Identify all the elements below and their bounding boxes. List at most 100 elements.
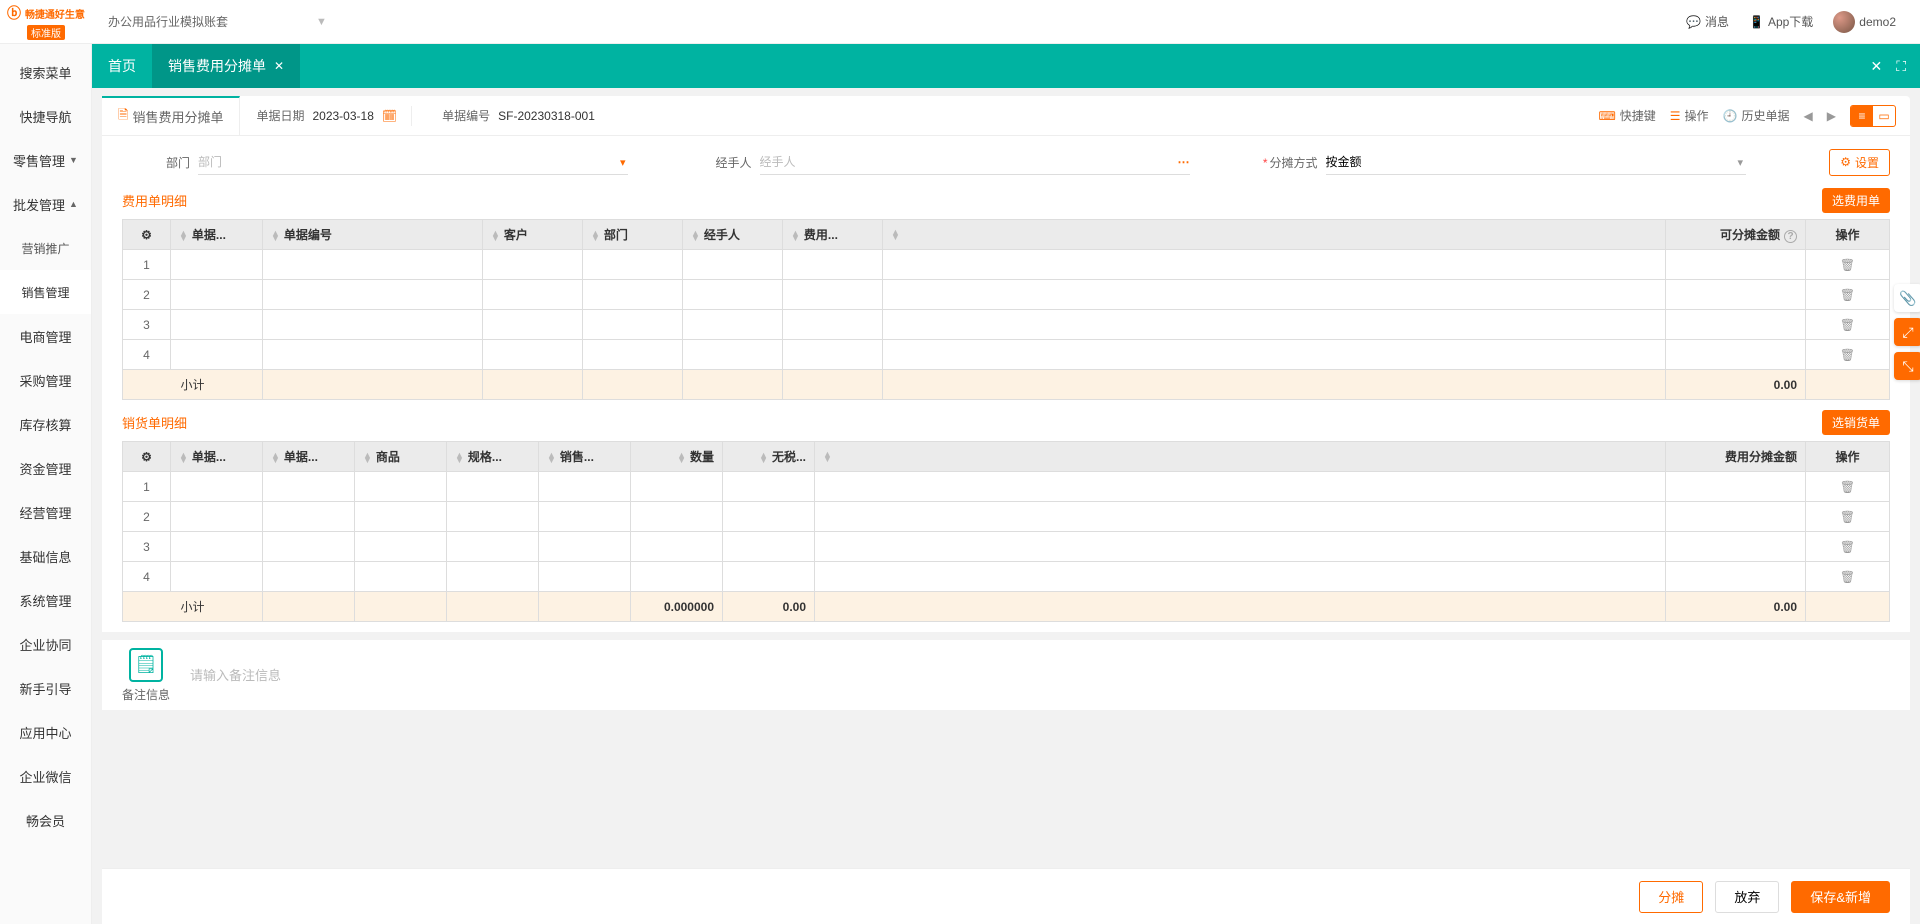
col-op: 操作 — [1806, 220, 1890, 250]
discard-button[interactable]: 放弃 — [1715, 881, 1779, 913]
sidebar-item-appcenter[interactable]: 应用中心 — [0, 710, 91, 754]
dept-input[interactable] — [198, 149, 628, 175]
settings-button[interactable]: ⚙设置 — [1829, 149, 1890, 176]
trash-icon[interactable]: 🗑 — [1840, 258, 1855, 272]
expand-out-icon[interactable]: ⤢ — [1894, 318, 1920, 346]
save-new-button[interactable]: 保存&新增 — [1791, 881, 1890, 913]
table-row[interactable]: 1🗑 — [123, 250, 1890, 280]
trash-icon[interactable]: 🗑 — [1840, 288, 1855, 302]
sidebar-item-basedata[interactable]: 基础信息 — [0, 534, 91, 578]
shortcut-button[interactable]: ⌨快捷键 — [1598, 107, 1655, 124]
sidebar-item-guide[interactable]: 新手引导 — [0, 666, 91, 710]
calendar-icon[interactable]: 🗓 — [382, 109, 397, 123]
close-icon[interactable]: ✕ — [274, 59, 284, 73]
method-input[interactable] — [1326, 149, 1746, 175]
sidebar-item-inventory[interactable]: 库存核算 — [0, 402, 91, 446]
sidebar-item-system[interactable]: 系统管理 — [0, 578, 91, 622]
form-row: 部门 ▾ 经手人 ⋯ *分摊方式 ▾ — [102, 136, 1910, 188]
nav-next-icon[interactable]: ▶ — [1827, 109, 1836, 123]
history-button[interactable]: 🕘历史单据 — [1723, 107, 1790, 124]
account-set-name: 办公用品行业模拟账套 — [108, 13, 228, 30]
row-number: 4 — [123, 562, 171, 592]
chevron-down-icon[interactable]: ▾ — [1738, 156, 1744, 169]
sidebar-item-operation[interactable]: 经营管理 — [0, 490, 91, 534]
chevron-down-icon[interactable]: ▾ — [620, 156, 626, 169]
trash-icon[interactable]: 🗑 — [1840, 570, 1855, 584]
gear-column[interactable]: ⚙ — [123, 220, 171, 250]
sidebar-sub-sales[interactable]: 销售管理 — [0, 270, 91, 314]
select-expense-button[interactable]: 选费用单 — [1822, 188, 1890, 213]
app-download-button[interactable]: 📱App下载 — [1749, 13, 1813, 30]
row-delete[interactable]: 🗑 — [1806, 562, 1890, 592]
document-title-tab: 🗎 销售费用分摊单 — [102, 96, 240, 135]
trash-icon[interactable]: 🗑 — [1840, 540, 1855, 554]
col-expense[interactable]: ▲▼费用... — [783, 220, 883, 250]
table-row[interactable]: 4🗑 — [123, 562, 1890, 592]
messages-button[interactable]: 💬消息 — [1686, 13, 1729, 30]
sidebar-item-purchase[interactable]: 采购管理 — [0, 358, 91, 402]
sidebar-item-search[interactable]: 搜索菜单 — [0, 50, 91, 94]
field-handler: 经手人 ⋯ — [684, 149, 1192, 175]
sidebar-item-wecom[interactable]: 企业微信 — [0, 754, 91, 798]
col-customer[interactable]: ▲▼客户 — [483, 220, 583, 250]
tab-active[interactable]: 销售费用分摊单 ✕ — [152, 44, 300, 88]
view-toggle: ≡ ▭ — [1850, 105, 1896, 127]
user-menu[interactable]: demo2 — [1833, 11, 1896, 33]
sidebar-item-retail[interactable]: 零售管理▼ — [0, 138, 91, 182]
row-delete[interactable]: 🗑 — [1806, 250, 1890, 280]
col-dept[interactable]: ▲▼部门 — [583, 220, 683, 250]
more-icon[interactable]: ⋯ — [1178, 155, 1192, 169]
sidebar-item-wholesale[interactable]: 批发管理▲ — [0, 182, 91, 226]
operate-button[interactable]: ☰操作 — [1670, 107, 1709, 124]
expand-in-icon[interactable]: ⤡ — [1894, 352, 1920, 380]
sidebar-item-quicknav[interactable]: 快捷导航 — [0, 94, 91, 138]
row-delete[interactable]: 🗑 — [1806, 280, 1890, 310]
gear-column[interactable]: ⚙ — [123, 442, 171, 472]
col-blank[interactable]: ▲▼ — [883, 220, 1666, 250]
account-set-selector[interactable]: 办公用品行业模拟账套 ▼ — [92, 13, 327, 30]
attach-icon[interactable]: 📎 — [1894, 284, 1920, 312]
row-delete[interactable]: 🗑 — [1806, 310, 1890, 340]
sidebar-sub-marketing[interactable]: 营销推广 — [0, 226, 91, 270]
tab-fullscreen-icon[interactable]: ⛶ — [1896, 58, 1906, 75]
remark-section: 🗒 备注信息 — [102, 640, 1910, 710]
sidebar-item-collab[interactable]: 企业协同 — [0, 622, 91, 666]
chevron-down-icon: ▼ — [316, 16, 327, 28]
row-delete[interactable]: 🗑 — [1806, 472, 1890, 502]
expense-title: 费用单明细 — [122, 191, 187, 210]
help-icon[interactable]: ? — [1784, 230, 1797, 243]
document-icon: 🗎 — [118, 106, 128, 128]
table-row[interactable]: 2🗑 — [123, 280, 1890, 310]
tab-close-all-icon[interactable]: ✕ — [1870, 58, 1882, 75]
sidebar-item-finance[interactable]: 资金管理 — [0, 446, 91, 490]
trash-icon[interactable]: 🗑 — [1840, 348, 1855, 362]
table-row[interactable]: 4🗑 — [123, 340, 1890, 370]
col-allocatable[interactable]: 可分摊金额? — [1666, 220, 1806, 250]
sidebar-item-member[interactable]: 畅会员 — [0, 798, 91, 842]
col-doc-no[interactable]: ▲▼单据编号 — [263, 220, 483, 250]
view-card-icon[interactable]: ▭ — [1873, 106, 1895, 126]
list-icon: ☰ — [1670, 109, 1681, 123]
table-row[interactable]: 1🗑 — [123, 472, 1890, 502]
table-row[interactable]: 3🗑 — [123, 310, 1890, 340]
allocate-button[interactable]: 分摊 — [1639, 881, 1703, 913]
handler-input[interactable] — [760, 149, 1190, 175]
tab-home[interactable]: 首页 — [92, 44, 152, 88]
sidebar-item-ecommerce[interactable]: 电商管理 — [0, 314, 91, 358]
row-delete[interactable]: 🗑 — [1806, 532, 1890, 562]
row-delete[interactable]: 🗑 — [1806, 502, 1890, 532]
method-label: *分摊方式 — [1250, 154, 1318, 171]
nav-prev-icon[interactable]: ◀ — [1804, 109, 1813, 123]
trash-icon[interactable]: 🗑 — [1840, 510, 1855, 524]
view-list-icon[interactable]: ≡ — [1851, 106, 1873, 126]
col-doc-type[interactable]: ▲▼单据... — [171, 220, 263, 250]
select-sales-button[interactable]: 选销货单 — [1822, 410, 1890, 435]
table-row[interactable]: 2🗑 — [123, 502, 1890, 532]
table-row[interactable]: 3🗑 — [123, 532, 1890, 562]
col-handler[interactable]: ▲▼经手人 — [683, 220, 783, 250]
doc-date-value[interactable]: 2023-03-18 — [312, 109, 373, 123]
row-delete[interactable]: 🗑 — [1806, 340, 1890, 370]
trash-icon[interactable]: 🗑 — [1840, 318, 1855, 332]
remark-input[interactable] — [190, 668, 1890, 683]
trash-icon[interactable]: 🗑 — [1840, 480, 1855, 494]
